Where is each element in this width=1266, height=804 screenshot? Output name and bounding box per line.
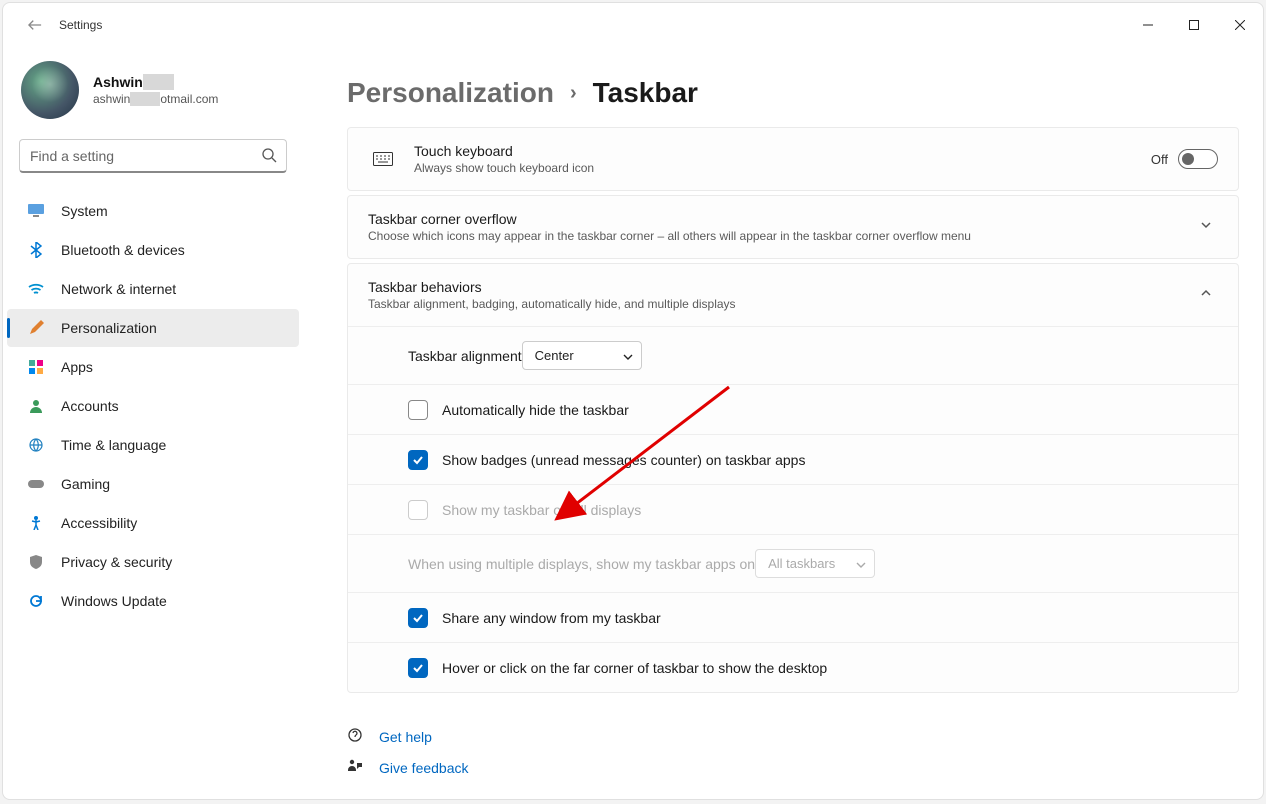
nav-privacy[interactable]: Privacy & security	[7, 543, 299, 581]
search-icon	[261, 147, 277, 168]
nav-accounts[interactable]: Accounts	[7, 387, 299, 425]
monitor-icon	[27, 202, 45, 220]
shield-icon	[27, 553, 45, 571]
share-window-row[interactable]: Share any window from my taskbar	[348, 592, 1238, 642]
checkbox-checked[interactable]	[408, 608, 428, 628]
minimize-button[interactable]	[1125, 10, 1171, 40]
nav-time-language[interactable]: Time & language	[7, 426, 299, 464]
nav-apps[interactable]: Apps	[7, 348, 299, 386]
nav-windows-update[interactable]: Windows Update	[7, 582, 299, 620]
chevron-down-icon	[1194, 218, 1218, 236]
chevron-down-icon	[856, 558, 866, 573]
breadcrumb: Personalization › Taskbar	[347, 77, 1239, 109]
give-feedback-link[interactable]: Give feedback	[347, 752, 1239, 783]
keyboard-icon	[372, 152, 394, 166]
checkbox-disabled	[408, 500, 428, 520]
touch-keyboard-row[interactable]: Touch keyboard Always show touch keyboar…	[348, 128, 1238, 190]
checkbox-checked[interactable]	[408, 658, 428, 678]
feedback-icon	[347, 758, 365, 777]
toggle-switch-off	[1178, 149, 1218, 169]
nav-personalization[interactable]: Personalization	[7, 309, 299, 347]
taskbar-behaviors-header[interactable]: Taskbar behaviors Taskbar alignment, bad…	[348, 264, 1238, 326]
apps-icon	[27, 358, 45, 376]
all-displays-row: Show my taskbar on all displays	[348, 484, 1238, 534]
search-input[interactable]	[19, 139, 287, 173]
nav-bluetooth[interactable]: Bluetooth & devices	[7, 231, 299, 269]
person-icon	[27, 397, 45, 415]
accessibility-icon	[27, 514, 45, 532]
nav-accessibility[interactable]: Accessibility	[7, 504, 299, 542]
globe-icon	[27, 436, 45, 454]
chevron-right-icon: ›	[570, 82, 577, 105]
close-button[interactable]	[1217, 10, 1263, 40]
hover-corner-row[interactable]: Hover or click on the far corner of task…	[348, 642, 1238, 692]
gamepad-icon	[27, 475, 45, 493]
profile-email: ashwinxxxxxotmail.com	[93, 92, 218, 106]
avatar	[21, 61, 79, 119]
bluetooth-icon	[27, 241, 45, 259]
update-icon	[27, 592, 45, 610]
breadcrumb-parent[interactable]: Personalization	[347, 77, 554, 109]
breadcrumb-current: Taskbar	[593, 77, 698, 109]
multi-display-dropdown: All taskbars	[755, 549, 875, 578]
nav-network[interactable]: Network & internet	[7, 270, 299, 308]
taskbar-alignment-row: Taskbar alignment Center	[348, 326, 1238, 384]
corner-overflow-row[interactable]: Taskbar corner overflow Choose which ico…	[348, 196, 1238, 258]
checkbox-unchecked[interactable]	[408, 400, 428, 420]
get-help-link[interactable]: Get help	[347, 721, 1239, 752]
profile-name: Ashwinxxxx	[93, 74, 218, 90]
back-button[interactable]	[21, 11, 49, 39]
chevron-down-icon	[623, 350, 633, 365]
checkbox-checked[interactable]	[408, 450, 428, 470]
help-icon	[347, 727, 365, 746]
touch-keyboard-toggle[interactable]: Off	[1151, 149, 1218, 169]
wifi-icon	[27, 280, 45, 298]
profile-block[interactable]: Ashwinxxxx ashwinxxxxxotmail.com	[3, 57, 303, 135]
chevron-up-icon	[1194, 286, 1218, 304]
nav-system[interactable]: System	[7, 192, 299, 230]
auto-hide-row[interactable]: Automatically hide the taskbar	[348, 384, 1238, 434]
nav-gaming[interactable]: Gaming	[7, 465, 299, 503]
alignment-dropdown[interactable]: Center	[522, 341, 642, 370]
window-title: Settings	[59, 18, 102, 32]
maximize-button[interactable]	[1171, 10, 1217, 40]
show-badges-row[interactable]: Show badges (unread messages counter) on…	[348, 434, 1238, 484]
brush-icon	[27, 319, 45, 337]
multi-display-row: When using multiple displays, show my ta…	[348, 534, 1238, 592]
nav-list: System Bluetooth & devices Network & int…	[3, 191, 303, 621]
